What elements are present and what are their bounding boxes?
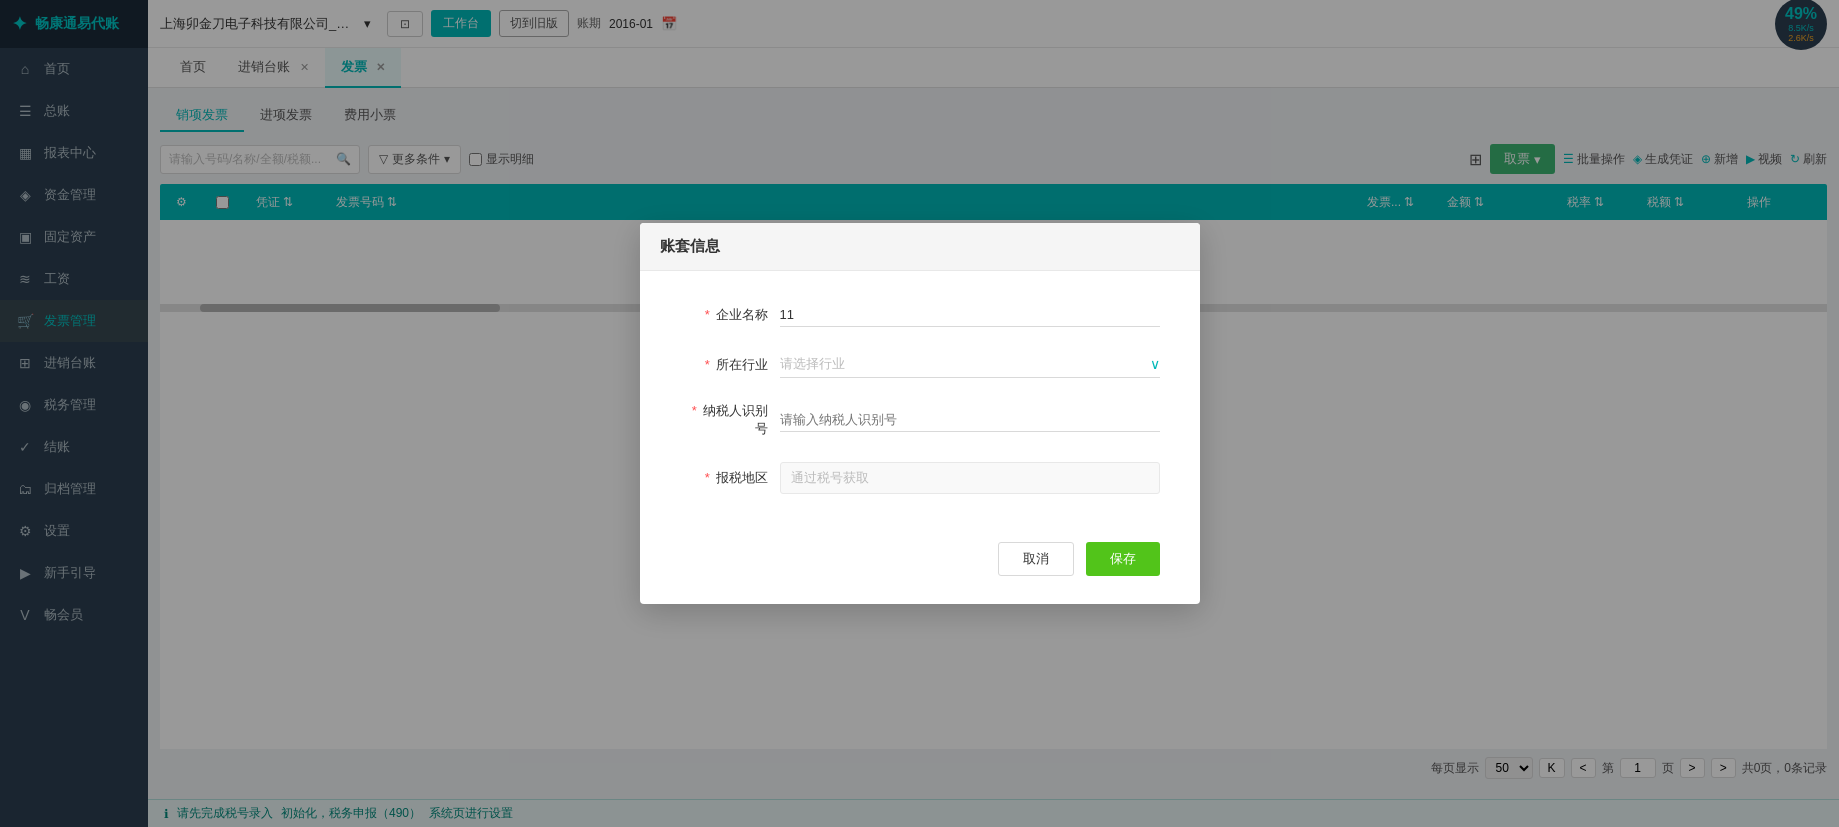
modal-header: 账套信息 xyxy=(640,223,1200,271)
tax-region-required-star: * xyxy=(705,470,710,485)
industry-row: * 所在行业 请选择行业 ∨ xyxy=(680,351,1160,378)
modal-body: * 企业名称 * 所在行业 请选择行业 ∨ * 纳 xyxy=(640,271,1200,542)
industry-placeholder: 请选择行业 xyxy=(780,355,845,373)
industry-dropdown-icon: ∨ xyxy=(1150,356,1160,372)
tax-region-row: * 报税地区 通过税号获取 xyxy=(680,462,1160,494)
company-name-label: * 企业名称 xyxy=(680,306,780,324)
industry-required-star: * xyxy=(705,357,710,372)
save-button[interactable]: 保存 xyxy=(1086,542,1160,576)
tax-id-input[interactable] xyxy=(780,408,1160,432)
tax-region-label: * 报税地区 xyxy=(680,469,780,487)
modal-overlay[interactable]: 账套信息 * 企业名称 * 所在行业 请选择行业 ∨ xyxy=(0,0,1839,827)
industry-select[interactable]: 请选择行业 ∨ xyxy=(780,351,1160,378)
tax-id-label: * 纳税人识别号 xyxy=(680,402,780,438)
modal-footer: 取消 保存 xyxy=(640,542,1200,604)
cancel-button[interactable]: 取消 xyxy=(998,542,1074,576)
company-name-input[interactable] xyxy=(780,303,1160,327)
modal-title: 账套信息 xyxy=(660,237,720,254)
tax-region-readonly: 通过税号获取 xyxy=(780,462,1160,494)
tax-id-row: * 纳税人识别号 xyxy=(680,402,1160,438)
company-name-row: * 企业名称 xyxy=(680,303,1160,327)
industry-label: * 所在行业 xyxy=(680,356,780,374)
modal-dialog: 账套信息 * 企业名称 * 所在行业 请选择行业 ∨ xyxy=(640,223,1200,604)
tax-id-required-star: * xyxy=(692,403,697,418)
company-required-star: * xyxy=(705,307,710,322)
